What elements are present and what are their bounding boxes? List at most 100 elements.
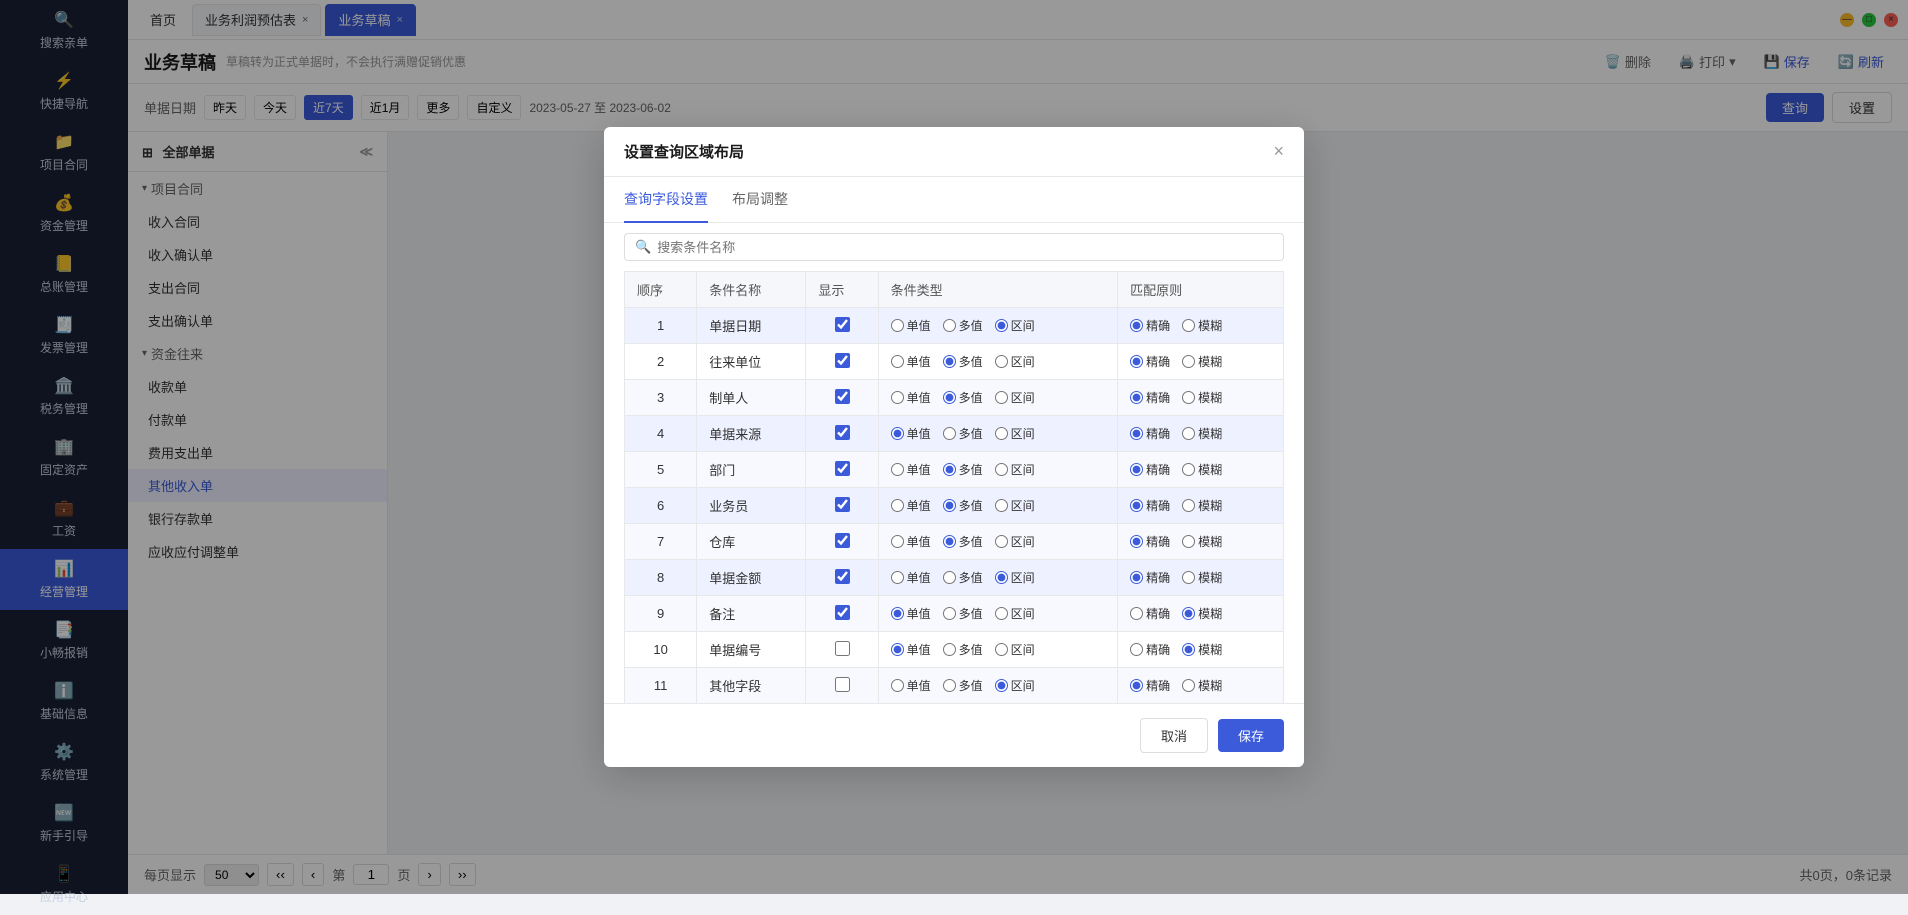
type-radio-2-0[interactable] (891, 391, 904, 404)
type-radio-label-2-1[interactable]: 多值 (943, 389, 983, 406)
type-radio-label-10-1[interactable]: 多值 (943, 677, 983, 694)
type-radio-5-0[interactable] (891, 499, 904, 512)
type-radio-3-1[interactable] (943, 427, 956, 440)
show-checkbox-0[interactable] (835, 317, 850, 332)
type-radio-4-2[interactable] (995, 463, 1008, 476)
type-radio-label-2-2[interactable]: 区间 (995, 389, 1035, 406)
type-radio-label-1-0[interactable]: 单值 (891, 353, 931, 370)
type-radio-label-7-1[interactable]: 多值 (943, 569, 983, 586)
type-radio-4-1[interactable] (943, 463, 956, 476)
match-radio-label-2-1[interactable]: 模糊 (1182, 389, 1222, 406)
cancel-button[interactable]: 取消 (1140, 718, 1208, 753)
type-radio-label-6-1[interactable]: 多值 (943, 533, 983, 550)
type-radio-7-2[interactable] (995, 571, 1008, 584)
match-radio-8-1[interactable] (1182, 607, 1195, 620)
type-radio-3-0[interactable] (891, 427, 904, 440)
match-radio-label-4-0[interactable]: 精确 (1130, 461, 1170, 478)
match-radio-label-5-1[interactable]: 模糊 (1182, 497, 1222, 514)
type-radio-label-9-0[interactable]: 单值 (891, 641, 931, 658)
type-radio-label-3-0[interactable]: 单值 (891, 425, 931, 442)
type-radio-label-4-0[interactable]: 单值 (891, 461, 931, 478)
match-radio-label-8-0[interactable]: 精确 (1130, 605, 1170, 622)
match-radio-label-9-0[interactable]: 精确 (1130, 641, 1170, 658)
match-radio-label-1-0[interactable]: 精确 (1130, 353, 1170, 370)
type-radio-6-2[interactable] (995, 535, 1008, 548)
match-radio-label-6-0[interactable]: 精确 (1130, 533, 1170, 550)
match-radio-9-1[interactable] (1182, 643, 1195, 656)
type-radio-label-1-1[interactable]: 多值 (943, 353, 983, 370)
type-radio-2-1[interactable] (943, 391, 956, 404)
type-radio-10-0[interactable] (891, 679, 904, 692)
type-radio-label-2-0[interactable]: 单值 (891, 389, 931, 406)
type-radio-6-1[interactable] (943, 535, 956, 548)
modal-tab-fields[interactable]: 查询字段设置 (624, 177, 708, 223)
type-radio-label-0-1[interactable]: 多值 (943, 317, 983, 334)
type-radio-4-0[interactable] (891, 463, 904, 476)
type-radio-label-4-1[interactable]: 多值 (943, 461, 983, 478)
match-radio-4-0[interactable] (1130, 463, 1143, 476)
type-radio-label-9-1[interactable]: 多值 (943, 641, 983, 658)
show-checkbox-1[interactable] (835, 353, 850, 368)
match-radio-label-5-0[interactable]: 精确 (1130, 497, 1170, 514)
match-radio-label-3-0[interactable]: 精确 (1130, 425, 1170, 442)
match-radio-5-1[interactable] (1182, 499, 1195, 512)
match-radio-8-0[interactable] (1130, 607, 1143, 620)
type-radio-label-6-0[interactable]: 单值 (891, 533, 931, 550)
type-radio-label-8-0[interactable]: 单值 (891, 605, 931, 622)
type-radio-9-1[interactable] (943, 643, 956, 656)
match-radio-7-0[interactable] (1130, 571, 1143, 584)
type-radio-label-6-2[interactable]: 区间 (995, 533, 1035, 550)
type-radio-1-1[interactable] (943, 355, 956, 368)
type-radio-label-8-1[interactable]: 多值 (943, 605, 983, 622)
match-radio-label-9-1[interactable]: 模糊 (1182, 641, 1222, 658)
type-radio-10-2[interactable] (995, 679, 1008, 692)
match-radio-label-6-1[interactable]: 模糊 (1182, 533, 1222, 550)
modal-save-button[interactable]: 保存 (1218, 719, 1284, 752)
show-checkbox-9[interactable] (835, 641, 850, 656)
type-radio-1-2[interactable] (995, 355, 1008, 368)
match-radio-1-0[interactable] (1130, 355, 1143, 368)
type-radio-2-2[interactable] (995, 391, 1008, 404)
type-radio-label-0-2[interactable]: 区间 (995, 317, 1035, 334)
type-radio-3-2[interactable] (995, 427, 1008, 440)
modal-close-btn[interactable]: × (1273, 141, 1284, 162)
match-radio-label-0-1[interactable]: 模糊 (1182, 317, 1222, 334)
show-checkbox-8[interactable] (835, 605, 850, 620)
type-radio-7-0[interactable] (891, 571, 904, 584)
match-radio-0-1[interactable] (1182, 319, 1195, 332)
type-radio-0-1[interactable] (943, 319, 956, 332)
match-radio-label-7-1[interactable]: 模糊 (1182, 569, 1222, 586)
modal-tab-layout[interactable]: 布局调整 (732, 177, 788, 223)
type-radio-8-2[interactable] (995, 607, 1008, 620)
type-radio-7-1[interactable] (943, 571, 956, 584)
match-radio-2-1[interactable] (1182, 391, 1195, 404)
type-radio-9-2[interactable] (995, 643, 1008, 656)
match-radio-label-8-1[interactable]: 模糊 (1182, 605, 1222, 622)
match-radio-10-1[interactable] (1182, 679, 1195, 692)
match-radio-label-10-0[interactable]: 精确 (1130, 677, 1170, 694)
match-radio-label-3-1[interactable]: 模糊 (1182, 425, 1222, 442)
match-radio-0-0[interactable] (1130, 319, 1143, 332)
type-radio-5-2[interactable] (995, 499, 1008, 512)
type-radio-0-2[interactable] (995, 319, 1008, 332)
type-radio-label-7-0[interactable]: 单值 (891, 569, 931, 586)
type-radio-label-10-0[interactable]: 单值 (891, 677, 931, 694)
type-radio-label-8-2[interactable]: 区间 (995, 605, 1035, 622)
type-radio-9-0[interactable] (891, 643, 904, 656)
type-radio-label-1-2[interactable]: 区间 (995, 353, 1035, 370)
type-radio-1-0[interactable] (891, 355, 904, 368)
match-radio-3-1[interactable] (1182, 427, 1195, 440)
show-checkbox-3[interactable] (835, 425, 850, 440)
show-checkbox-4[interactable] (835, 461, 850, 476)
type-radio-label-4-2[interactable]: 区间 (995, 461, 1035, 478)
type-radio-label-3-1[interactable]: 多值 (943, 425, 983, 442)
match-radio-label-0-0[interactable]: 精确 (1130, 317, 1170, 334)
type-radio-10-1[interactable] (943, 679, 956, 692)
type-radio-label-5-0[interactable]: 单值 (891, 497, 931, 514)
match-radio-5-0[interactable] (1130, 499, 1143, 512)
show-checkbox-6[interactable] (835, 533, 850, 548)
type-radio-label-5-1[interactable]: 多值 (943, 497, 983, 514)
match-radio-2-0[interactable] (1130, 391, 1143, 404)
match-radio-10-0[interactable] (1130, 679, 1143, 692)
match-radio-1-1[interactable] (1182, 355, 1195, 368)
